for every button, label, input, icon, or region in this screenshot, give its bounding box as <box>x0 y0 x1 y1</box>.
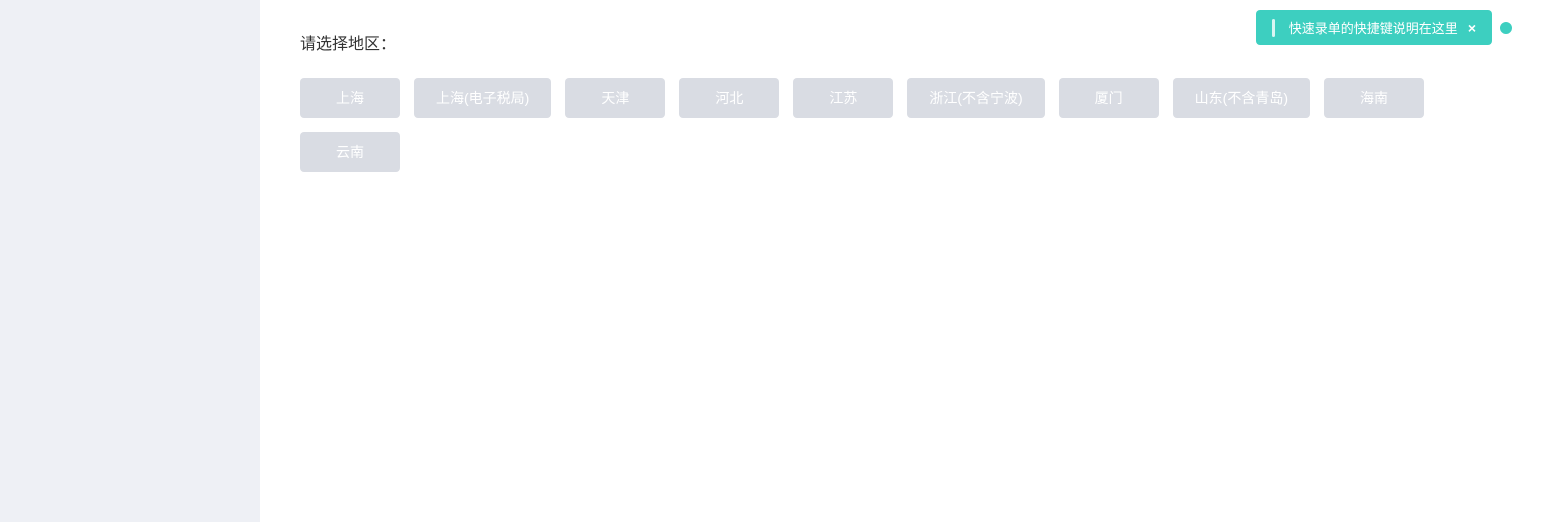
tooltip-dot <box>1500 22 1512 34</box>
region-buttons-container: 上海上海(电子税局) 天津河北江苏浙江(不含宁波) 厦门山东(不含青岛) 海南云南 <box>300 78 1522 172</box>
tooltip-text: 快速录单的快捷键说明在这里 <box>1289 18 1458 37</box>
region-btn-shanghai-etax[interactable]: 上海(电子税局) <box>414 78 551 118</box>
region-btn-zhejiang[interactable]: 浙江(不含宁波) <box>907 78 1044 118</box>
region-btn-shanghai[interactable]: 上海 <box>300 78 400 118</box>
region-btn-hainan[interactable]: 海南 <box>1324 78 1424 118</box>
region-btn-shandong[interactable]: 山东(不含青岛) <box>1173 78 1310 118</box>
left-sidebar <box>0 0 260 522</box>
region-btn-xiamen[interactable]: 厦门 <box>1059 78 1159 118</box>
region-btn-jiangsu[interactable]: 江苏 <box>793 78 893 118</box>
region-btn-yunnan[interactable]: 云南 <box>300 132 400 172</box>
region-btn-tianjin[interactable]: 天津 <box>565 78 665 118</box>
tooltip-bubble: 快速录单的快捷键说明在这里 × <box>1256 10 1492 45</box>
main-content: 请选择地区： 上海上海(电子税局)天津河北江苏浙江(不含宁波)厦门山东(不含青岛… <box>260 0 1562 522</box>
tooltip-container: 快速录单的快捷键说明在这里 × <box>1256 10 1512 45</box>
region-btn-hebei[interactable]: 河北 <box>679 78 779 118</box>
tooltip-close-button[interactable]: × <box>1468 21 1476 35</box>
